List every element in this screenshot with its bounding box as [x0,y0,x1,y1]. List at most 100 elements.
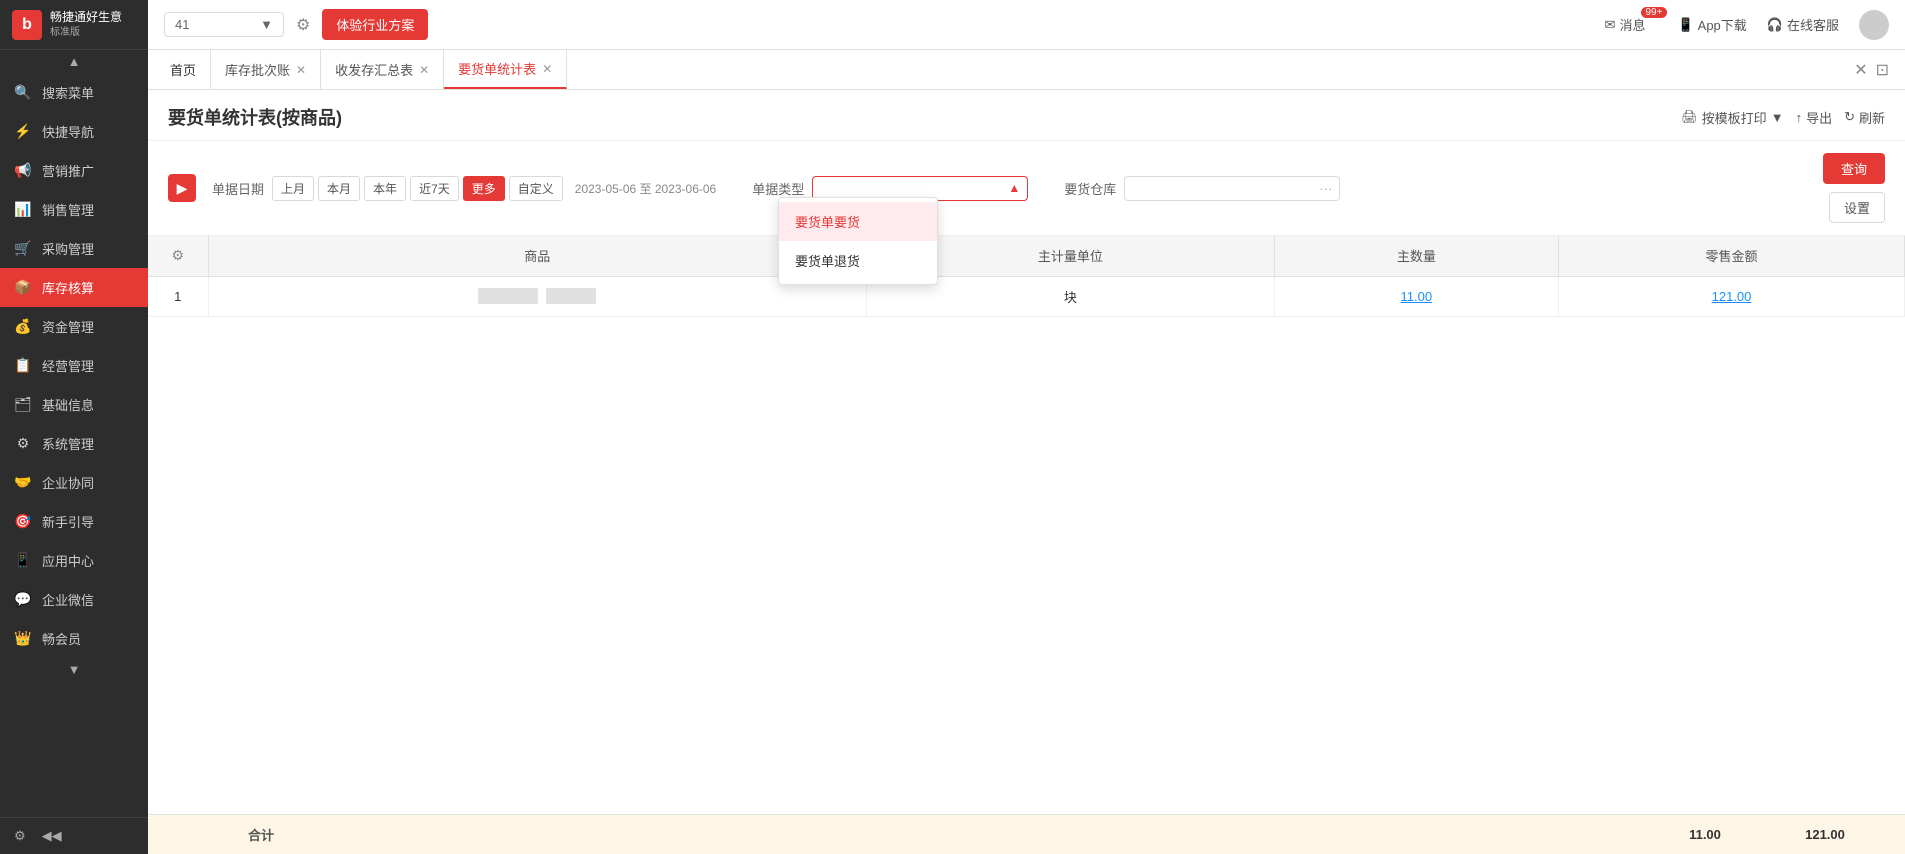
quantity-column-label: 主数量 [1397,249,1436,264]
print-chevron-icon: ▼ [1771,110,1784,125]
date-filter-group: 单据日期 上月 本月 本年 近7天 更多 自定义 2023-05-06 至 20… [212,176,716,201]
user-avatar[interactable] [1859,10,1889,40]
row-quantity-cell: 11.00 [1274,276,1558,316]
tabs-bar: 首页 库存批次账 ✕ 收发存汇总表 ✕ 要货单统计表 ✕ ✕ ⊡ [148,50,1905,90]
app-sub: 标准版 [50,26,122,39]
refresh-btn[interactable]: ↻ 刷新 [1844,108,1885,127]
system-icon: ⚙ [14,435,32,453]
guide-icon: 🎯 [14,513,32,531]
sidebar-item-member[interactable]: 👑 畅会员 [0,619,148,658]
quick-nav-icon: ⚡ [14,123,32,141]
messages-badge: 99+ [1641,7,1668,18]
set-btn[interactable]: 设置 [1829,192,1885,223]
sidebar-item-guide[interactable]: 🎯 新手引导 [0,502,148,541]
custom-date-btn[interactable]: 自定义 [509,176,563,201]
refresh-icon: ↻ [1844,109,1855,125]
warehouse-filter-group: 要货仓库 ··· [1064,176,1340,201]
dropdown-item-yaohuodanyaohuo[interactable]: 要货单要货 [779,202,937,241]
messages-btn[interactable]: ✉ 消息 99+ [1605,15,1658,34]
tab-close-batch-account[interactable]: ✕ [296,63,306,77]
settings-gear-btn[interactable]: ⚙ [296,15,310,35]
close-all-tabs-btn[interactable]: ✕ [1854,60,1867,80]
sidebar-item-marketing[interactable]: 📢 营销推广 [0,151,148,190]
app-download-btn[interactable]: 📱 App下载 [1677,15,1746,34]
row-unit: 块 [1064,290,1077,305]
dropdown-option-label: 要货单退货 [795,254,860,269]
quantity-column-header: 主数量 [1274,236,1558,276]
service-icon: 🎧 [1767,17,1783,33]
collapse-icon: ◀◀ [42,828,62,844]
tab-order-stats[interactable]: 要货单统计表 ✕ [444,50,567,89]
sidebar-item-label: 销售管理 [42,200,94,219]
order-stats-label: 要货单统计表 [458,59,536,78]
expand-filter-btn[interactable]: ▶ [168,174,196,202]
sidebar-item-label: 采购管理 [42,239,94,258]
sidebar-scroll-up[interactable]: ▲ [0,50,148,73]
data-table: ⚙ 商品 主计量单位 主数量 零售金额 [148,236,1905,317]
tab-home[interactable]: 首页 [156,50,211,89]
print-label: 按模板打印 [1702,108,1767,127]
this-month-btn[interactable]: 本月 [318,176,360,201]
settings-column-header[interactable]: ⚙ [148,236,208,276]
row-quantity[interactable]: 11.00 [1401,289,1433,304]
print-btn[interactable]: 🖨 按模板打印 ▼ [1681,108,1783,127]
sidebar-scroll-down[interactable]: ▼ [0,658,148,681]
last-7-days-btn[interactable]: 近7天 [410,176,459,201]
sidebar-item-sales[interactable]: 📊 销售管理 [0,190,148,229]
this-year-btn[interactable]: 本年 [364,176,406,201]
tab-batch-account[interactable]: 库存批次账 ✕ [211,50,321,89]
online-service-btn[interactable]: 🎧 在线客服 [1767,15,1839,34]
warehouse-filter-label: 要货仓库 [1064,179,1116,198]
main-content: 41 ▼ ⚙ 体验行业方案 ✉ 消息 99+ 📱 App下载 🎧 在线客服 首页 [148,0,1905,854]
dropdown-option-label: 要货单要货 [795,215,860,230]
warehouse-filter-input[interactable] [1124,176,1340,201]
tab-close-collect-summary[interactable]: ✕ [419,63,429,77]
sidebar: b 畅捷通好生意 标准版 ▲ 🔍 搜索菜单 ⚡ 快捷导航 📢 营销推广 📊 销售… [0,0,148,854]
settings-footer-btn[interactable]: ⚙ [14,828,26,844]
messages-label: 消息 [1619,15,1645,34]
date-buttons: 上月 本月 本年 近7天 更多 自定义 [272,176,563,201]
sidebar-item-system[interactable]: ⚙ 系统管理 [0,424,148,463]
sidebar-item-enterprise[interactable]: 🤝 企业协同 [0,463,148,502]
total-quantity: 11.00 [1645,827,1765,842]
dropdown-item-yaohuodantui[interactable]: 要货单退货 [779,241,937,280]
row-amount[interactable]: 121.00 [1712,289,1752,304]
sidebar-item-operations[interactable]: 📋 经营管理 [0,346,148,385]
more-dates-btn[interactable]: 更多 [463,176,505,201]
page-header: 要货单统计表(按商品) 🖨 按模板打印 ▼ ↑ 导出 ↻ 刷新 [148,90,1905,141]
product-code-placeholder [546,288,596,304]
sidebar-item-app-center[interactable]: 📱 应用中心 [0,541,148,580]
home-tab-label: 首页 [170,60,196,79]
trial-btn[interactable]: 体验行业方案 [322,9,428,40]
sidebar-item-quick-nav[interactable]: ⚡ 快捷导航 [0,112,148,151]
tabs-actions: ✕ ⊡ [1854,60,1897,80]
export-btn[interactable]: ↑ 导出 [1796,108,1833,127]
sidebar-item-inventory[interactable]: 📦 库存核算 [0,268,148,307]
app-center-icon: 📱 [14,552,32,570]
last-month-btn[interactable]: 上月 [272,176,314,201]
app-download-label: App下载 [1698,15,1747,34]
query-btn[interactable]: 查询 [1823,153,1885,184]
sidebar-footer: ⚙ ◀◀ [0,817,148,854]
sidebar-item-label: 经营管理 [42,356,94,375]
tab-close-order-stats[interactable]: ✕ [542,62,552,76]
sidebar-item-search[interactable]: 🔍 搜索菜单 [0,73,148,112]
table-settings-icon[interactable]: ⚙ [171,247,184,263]
sidebar-item-purchase[interactable]: 🛒 采购管理 [0,229,148,268]
settings-footer-icon: ⚙ [14,828,26,844]
topbar-right: ✉ 消息 99+ 📱 App下载 🎧 在线客服 [1605,10,1889,40]
tab-collect-summary[interactable]: 收发存汇总表 ✕ [321,50,444,89]
sidebar-item-label: 企业协同 [42,473,94,492]
collapse-footer-btn[interactable]: ◀◀ [42,828,62,844]
sidebar-nav: ▲ 🔍 搜索菜单 ⚡ 快捷导航 📢 营销推广 📊 销售管理 🛒 采购管理 📦 库… [0,50,148,817]
maximize-btn[interactable]: ⊡ [1876,60,1889,80]
page-content: 要货单统计表(按商品) 🖨 按模板打印 ▼ ↑ 导出 ↻ 刷新 [148,90,1905,854]
sidebar-item-wechat[interactable]: 💬 企业微信 [0,580,148,619]
sidebar-item-label: 新手引导 [42,512,94,531]
company-selector[interactable]: 41 ▼ [164,12,284,37]
sidebar-item-basic[interactable]: 🗂 基础信息 [0,385,148,424]
table-section: ⚙ 商品 主计量单位 主数量 零售金额 [148,236,1905,814]
sidebar-item-finance[interactable]: 💰 资金管理 [0,307,148,346]
search-icon: 🔍 [14,84,32,102]
sidebar-item-label: 库存核算 [42,278,94,297]
